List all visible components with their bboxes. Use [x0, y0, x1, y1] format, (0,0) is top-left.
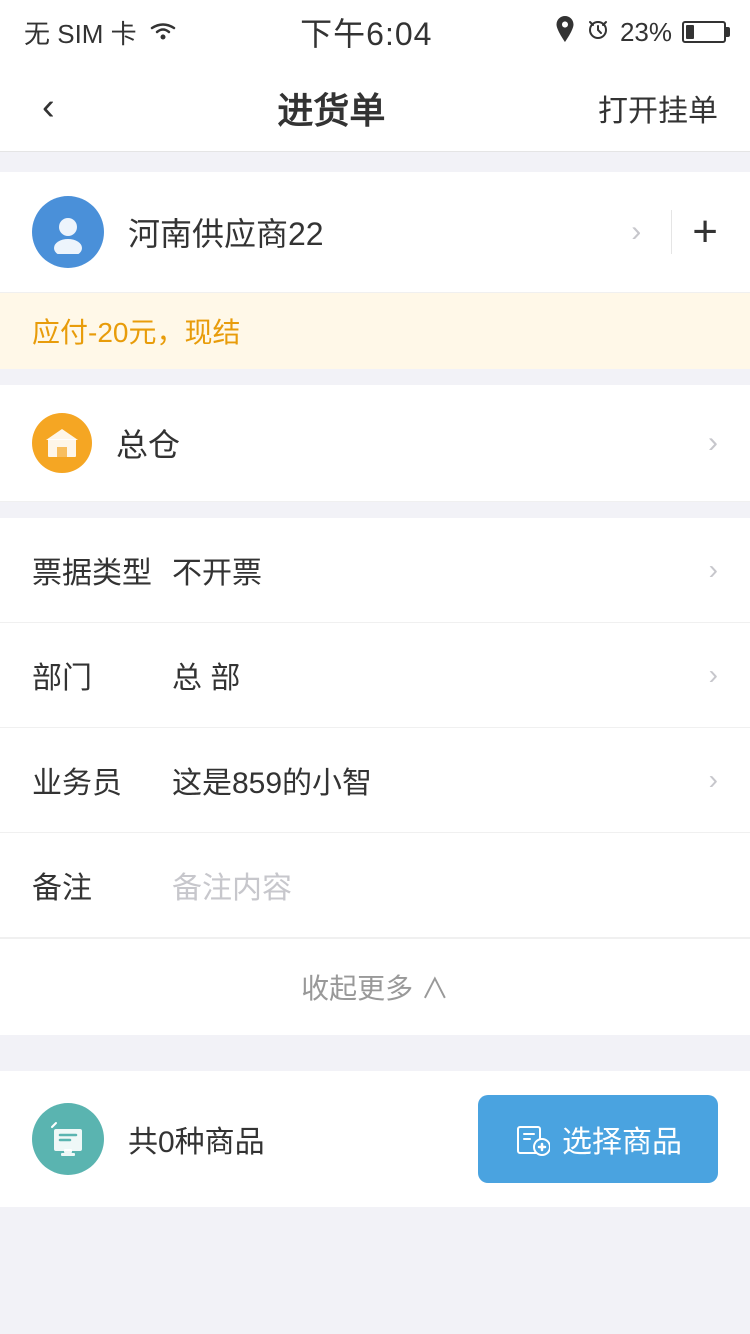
remark-label: 备注 — [32, 863, 152, 907]
status-right: 23% — [554, 16, 726, 49]
department-chevron-icon: › — [709, 659, 718, 691]
location-icon — [554, 16, 576, 49]
invoice-type-chevron-icon: › — [709, 554, 718, 586]
open-pending-button[interactable]: 打开挂单 — [598, 86, 718, 130]
add-supplier-button[interactable]: + — [671, 210, 718, 254]
remark-row[interactable]: 备注 备注内容 — [0, 833, 750, 938]
invoice-type-label: 票据类型 — [32, 548, 152, 592]
time-display: 下午6:04 — [300, 9, 432, 55]
supplier-avatar — [32, 196, 104, 268]
back-button[interactable]: ‹ — [32, 76, 65, 139]
status-bar: 无 SIM 卡 下午6:04 — [0, 0, 750, 64]
supplier-section: 河南供应商22 › + 应付-20元，现结 — [0, 172, 750, 369]
divider-1 — [0, 152, 750, 172]
product-count-icon — [32, 1103, 104, 1175]
select-product-button[interactable]: 选择商品 — [478, 1095, 718, 1183]
divider-4 — [0, 1035, 750, 1051]
battery-icon — [682, 21, 726, 43]
collapse-toggle-button[interactable]: 收起更多 ∧ — [0, 938, 750, 1035]
supplier-row[interactable]: 河南供应商22 › + — [0, 172, 750, 293]
remark-input[interactable]: 备注内容 — [152, 863, 718, 907]
wifi-icon — [147, 17, 179, 48]
form-section: 票据类型 不开票 › 部门 总 部 › 业务员 这是859的小智 › 备注 备注… — [0, 518, 750, 1035]
battery-percent: 23% — [620, 17, 672, 48]
supplier-name: 河南供应商22 — [128, 209, 631, 255]
warning-banner: 应付-20元，现结 — [0, 293, 750, 369]
divider-3 — [0, 502, 750, 518]
invoice-type-value: 不开票 — [152, 548, 699, 592]
carrier-label: 无 SIM 卡 — [24, 14, 137, 51]
salesperson-row[interactable]: 业务员 这是859的小智 › — [0, 728, 750, 833]
nav-bar: ‹ 进货单 打开挂单 — [0, 64, 750, 152]
salesperson-value: 这是859的小智 — [152, 758, 699, 802]
warehouse-icon — [32, 413, 92, 473]
supplier-row-right: › + — [631, 210, 718, 254]
warehouse-chevron-icon: › — [708, 426, 718, 460]
warehouse-row[interactable]: 总仓 › — [0, 385, 750, 502]
department-label: 部门 — [32, 653, 152, 697]
warehouse-name: 总仓 — [116, 420, 708, 466]
invoice-type-row[interactable]: 票据类型 不开票 › — [0, 518, 750, 623]
product-count-text: 共0种商品 — [128, 1117, 454, 1161]
department-value: 总 部 — [152, 653, 699, 697]
alarm-icon — [586, 17, 610, 48]
supplier-chevron-icon: › — [631, 215, 641, 249]
salesperson-chevron-icon: › — [709, 764, 718, 796]
select-product-label: 选择商品 — [562, 1117, 682, 1161]
department-row[interactable]: 部门 总 部 › — [0, 623, 750, 728]
divider-2 — [0, 369, 750, 385]
bottom-bar: 共0种商品 选择商品 — [0, 1071, 750, 1207]
page-title: 进货单 — [277, 82, 385, 134]
salesperson-label: 业务员 — [32, 758, 152, 802]
status-left: 无 SIM 卡 — [24, 14, 179, 51]
